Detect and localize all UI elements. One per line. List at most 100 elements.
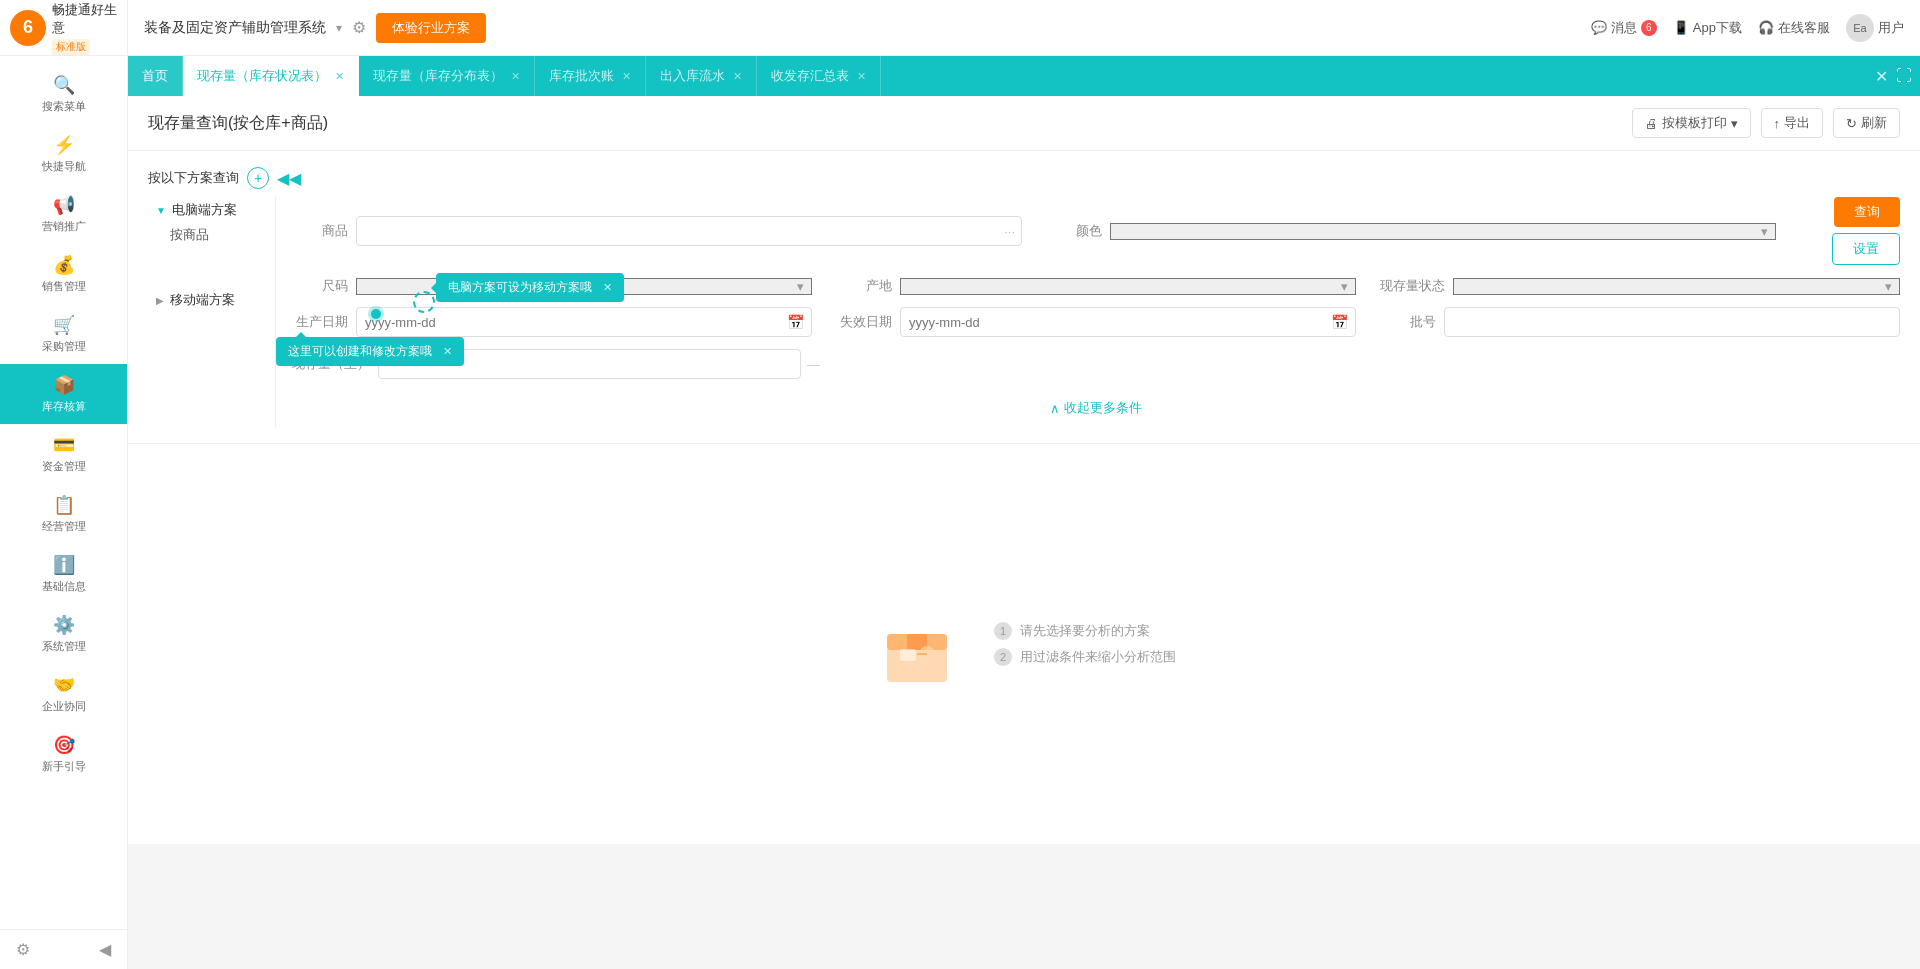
- sidebar: 6 畅捷通好生意 标准版 🔍 搜索菜单 ⚡ 快捷导航 📢 营销推广 💰 销售管理…: [0, 0, 128, 969]
- expire-date-input[interactable]: [900, 307, 1356, 337]
- top-header: 装备及固定资产辅助管理系统 ▾ ⚙ 体验行业方案 💬 消息 6 📱 App下载 …: [128, 0, 1920, 56]
- brand-name: 畅捷通好生意: [52, 1, 117, 37]
- tab-batch[interactable]: 库存批次账 ✕: [535, 56, 646, 96]
- calendar-icon[interactable]: 📅: [1331, 314, 1348, 330]
- sidebar-item-sales[interactable]: 💰 销售管理: [0, 244, 127, 304]
- set-button[interactable]: 设置: [1832, 233, 1900, 265]
- toggle-more-button[interactable]: ∧ 收起更多条件: [1050, 399, 1142, 417]
- trial-button[interactable]: 体验行业方案: [376, 13, 486, 43]
- print-button[interactable]: 🖨 按模板打印 ▾: [1632, 108, 1751, 138]
- empty-step-1: 1 请先选择要分析的方案: [994, 622, 1176, 640]
- page-actions: 🖨 按模板打印 ▾ ↑ 导出 ↻ 刷新: [1632, 108, 1901, 138]
- scheme-tree-area: ▼ 电脑端方案 按商品 这里可以创建和修改方案哦 ✕ ▶ 移动端方案: [148, 197, 1900, 427]
- tab-close-icon[interactable]: ✕: [335, 70, 344, 83]
- sidebar-item-quick[interactable]: ⚡ 快捷导航: [0, 124, 127, 184]
- sidebar-item-finance[interactable]: 💳 资金管理: [0, 424, 127, 484]
- sidebar-item-inventory[interactable]: 📦 库存核算: [0, 364, 127, 424]
- add-scheme-button[interactable]: +: [247, 167, 269, 189]
- sidebar-item-label: 快捷导航: [42, 159, 86, 174]
- user-item[interactable]: Ea 用户: [1846, 14, 1904, 42]
- tab-inventory-status[interactable]: 现存量（库存状况表） ✕: [183, 56, 359, 96]
- content-area: 1 请先选择要分析的方案 2 用过滤条件来缩小分析范围: [128, 444, 1920, 844]
- tab-label: 现存量（库存分布表）: [373, 67, 503, 85]
- batch-no-input[interactable]: [1444, 307, 1900, 337]
- cart-icon: 🛒: [53, 314, 75, 336]
- empty-steps: 1 请先选择要分析的方案 2 用过滤条件来缩小分析范围: [994, 622, 1176, 666]
- search-buttons: 查询 设置: [1800, 197, 1900, 265]
- product-input[interactable]: [357, 217, 998, 245]
- color-select[interactable]: [1110, 223, 1776, 240]
- filter-area: 按以下方案查询 + ◀◀ 电脑方案可设为移动方案哦 ✕ ▼ 电脑端方案: [128, 151, 1920, 444]
- scheme-item[interactable]: 按商品: [164, 223, 267, 247]
- back-btn[interactable]: ◀◀: [277, 169, 301, 188]
- range-separator: —: [807, 357, 820, 372]
- message-item[interactable]: 💬 消息 6: [1591, 19, 1657, 37]
- sidebar-item-search[interactable]: 🔍 搜索菜单: [0, 64, 127, 124]
- dot-indicator: [371, 309, 381, 319]
- step-number: 1: [994, 622, 1012, 640]
- scheme-group-label: 电脑端方案: [172, 201, 237, 219]
- more-btn-label: 收起更多条件: [1064, 399, 1142, 417]
- empty-box-svg: [872, 599, 962, 689]
- tab-summary[interactable]: 收发存汇总表 ✕: [757, 56, 881, 96]
- sidebar-item-label: 企业协同: [42, 699, 86, 714]
- field-stock-status: 现存量状态: [1380, 277, 1900, 295]
- sidebar-item-marketing[interactable]: 📢 营销推广: [0, 184, 127, 244]
- dropdown-arrow-icon: ▾: [1731, 116, 1738, 131]
- tab-close-icon[interactable]: ✕: [857, 70, 866, 83]
- filter-row-1: 商品 ··· 颜色 查询: [292, 197, 1900, 265]
- sidebar-item-management[interactable]: 📋 经营管理: [0, 484, 127, 544]
- tab-inventory-dist[interactable]: 现存量（库存分布表） ✕: [359, 56, 535, 96]
- app-logo-icon: 6: [10, 10, 46, 46]
- empty-step-2: 2 用过滤条件来缩小分析范围: [994, 648, 1176, 666]
- tab-home[interactable]: 首页: [128, 56, 183, 96]
- sidebar-item-label: 基础信息: [42, 579, 86, 594]
- refresh-button[interactable]: ↻ 刷新: [1833, 108, 1900, 138]
- export-label: 导出: [1784, 114, 1810, 132]
- tab-flow[interactable]: 出入库流水 ✕: [646, 56, 757, 96]
- message-badge: 6: [1641, 20, 1657, 36]
- sidebar-item-label: 销售管理: [42, 279, 86, 294]
- tab-bar-right: ✕ ⛶: [1875, 67, 1920, 86]
- handshake-icon: 🤝: [53, 674, 75, 696]
- settings-icon[interactable]: ⚙: [16, 940, 30, 959]
- field-expire-date: 失效日期 📅: [836, 307, 1356, 337]
- product-dots-icon[interactable]: ···: [998, 224, 1021, 239]
- tab-close-icon[interactable]: ✕: [622, 70, 631, 83]
- tab-close-icon[interactable]: ✕: [511, 70, 520, 83]
- sidebar-item-guide[interactable]: 🎯 新手引导: [0, 724, 127, 784]
- gear-icon: ⚙️: [53, 614, 75, 636]
- tab-close-icon[interactable]: ✕: [733, 70, 742, 83]
- tab-expand-icon[interactable]: ⛶: [1896, 67, 1912, 85]
- sidebar-item-purchase[interactable]: 🛒 采购管理: [0, 304, 127, 364]
- collapse-icon[interactable]: ◀: [99, 940, 111, 959]
- tooltip-close-icon[interactable]: ✕: [603, 281, 612, 293]
- origin-select[interactable]: [900, 278, 1356, 295]
- filter-row-4: 现存量（主） —: [292, 349, 1900, 379]
- calendar-icon[interactable]: 📅: [787, 314, 804, 330]
- search-button[interactable]: 查询: [1834, 197, 1900, 227]
- sidebar-item-label: 新手引导: [42, 759, 86, 774]
- tab-close-all-icon[interactable]: ✕: [1875, 67, 1888, 86]
- megaphone-icon: 📢: [53, 194, 75, 216]
- empty-state: 1 请先选择要分析的方案 2 用过滤条件来缩小分析范围: [872, 599, 1176, 689]
- expand-arrow-icon: ▶: [156, 295, 164, 306]
- more-conditions-row: ∧ 收起更多条件: [292, 389, 1900, 427]
- page-header: 现存量查询(按仓库+商品) 🖨 按模板打印 ▾ ↑ 导出 ↻ 刷新: [128, 96, 1920, 151]
- sidebar-item-info[interactable]: ℹ️ 基础信息: [0, 544, 127, 604]
- tab-label: 库存批次账: [549, 67, 614, 85]
- online-support-item[interactable]: 🎧 在线客服: [1758, 19, 1830, 37]
- sidebar-item-system[interactable]: ⚙️ 系统管理: [0, 604, 127, 664]
- app-download-item[interactable]: 📱 App下载: [1673, 19, 1742, 37]
- stock-status-select[interactable]: [1453, 278, 1900, 295]
- filter-row-3: 生产日期 📅 失效日期 📅 批号: [292, 307, 1900, 337]
- sidebar-item-cooperation[interactable]: 🤝 企业协同: [0, 664, 127, 724]
- chevron-up-icon: ∧: [1050, 401, 1060, 416]
- field-batch-no: 批号: [1380, 307, 1900, 337]
- tooltip-close-icon[interactable]: ✕: [443, 345, 452, 357]
- avatar: Ea: [1846, 14, 1874, 42]
- settings-icon[interactable]: ⚙: [352, 18, 366, 37]
- export-button[interactable]: ↑ 导出: [1761, 108, 1824, 138]
- money-icon: 💰: [53, 254, 75, 276]
- filter-header-left: 按以下方案查询 + ◀◀: [148, 167, 301, 189]
